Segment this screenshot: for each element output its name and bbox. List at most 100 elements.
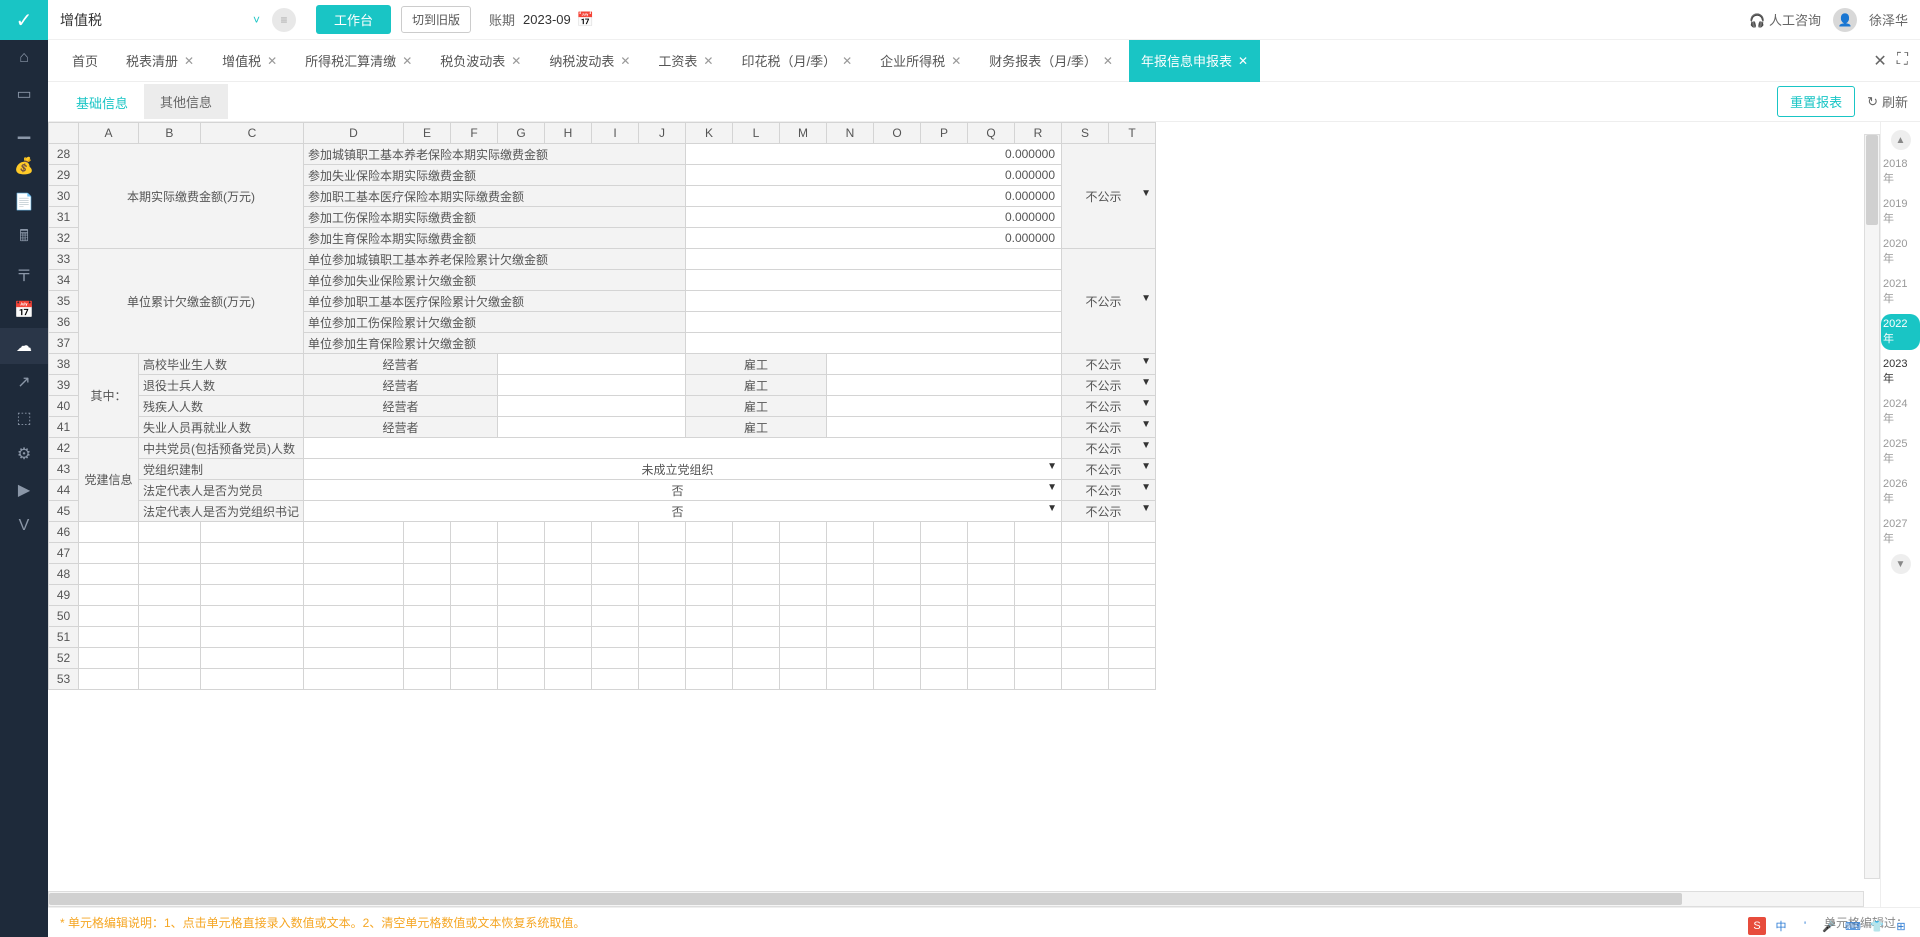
- empty-cell[interactable]: [592, 669, 639, 690]
- empty-cell[interactable]: [827, 564, 874, 585]
- close-icon[interactable]: ✕: [1103, 54, 1113, 68]
- empty-cell[interactable]: [921, 585, 968, 606]
- empty-cell[interactable]: [200, 543, 303, 564]
- empty-cell[interactable]: [780, 627, 827, 648]
- empty-cell[interactable]: [968, 669, 1015, 690]
- value-cell[interactable]: [498, 417, 686, 438]
- col-header-S[interactable]: S: [1062, 123, 1109, 144]
- empty-cell[interactable]: [968, 585, 1015, 606]
- empty-cell[interactable]: [968, 522, 1015, 543]
- nav-gear-icon[interactable]: ⚙: [0, 436, 48, 472]
- value-cell[interactable]: [498, 354, 686, 375]
- empty-cell[interactable]: [1062, 606, 1109, 627]
- disclose-cell[interactable]: 不公示▼: [1062, 375, 1156, 396]
- disclose-cell[interactable]: 不公示▼: [1062, 354, 1156, 375]
- empty-cell[interactable]: [1062, 564, 1109, 585]
- col-header-I[interactable]: I: [592, 123, 639, 144]
- col-header-F[interactable]: F: [451, 123, 498, 144]
- empty-cell[interactable]: [639, 522, 686, 543]
- tab-首页[interactable]: 首页: [60, 40, 110, 82]
- col-header-G[interactable]: G: [498, 123, 545, 144]
- empty-cell[interactable]: [733, 627, 780, 648]
- empty-cell[interactable]: [545, 669, 592, 690]
- empty-cell[interactable]: [780, 522, 827, 543]
- row-header-28[interactable]: 28: [49, 144, 79, 165]
- col-header-N[interactable]: N: [827, 123, 874, 144]
- col-header-J[interactable]: J: [639, 123, 686, 144]
- nav-out-icon[interactable]: ↗: [0, 364, 48, 400]
- col-header-L[interactable]: L: [733, 123, 780, 144]
- empty-cell[interactable]: [827, 606, 874, 627]
- empty-cell[interactable]: [304, 543, 404, 564]
- tab-close-all-icon[interactable]: ✕: [1873, 51, 1886, 71]
- empty-cell[interactable]: [451, 648, 498, 669]
- empty-cell[interactable]: [827, 522, 874, 543]
- close-icon[interactable]: ✕: [620, 54, 630, 68]
- empty-cell[interactable]: [733, 669, 780, 690]
- nav-v-icon[interactable]: V: [0, 508, 48, 544]
- empty-cell[interactable]: [592, 648, 639, 669]
- horizontal-scrollbar[interactable]: [48, 891, 1864, 907]
- wide-cell[interactable]: 否▼: [304, 501, 1062, 522]
- col-header-P[interactable]: P: [921, 123, 968, 144]
- avatar-icon[interactable]: 👤: [1833, 8, 1857, 32]
- empty-cell[interactable]: [304, 648, 404, 669]
- empty-cell[interactable]: [451, 606, 498, 627]
- empty-cell[interactable]: [451, 585, 498, 606]
- empty-cell[interactable]: [639, 585, 686, 606]
- empty-cell[interactable]: [139, 627, 201, 648]
- year-2022年[interactable]: 2022年: [1881, 314, 1920, 350]
- username[interactable]: 徐泽华: [1869, 10, 1908, 29]
- empty-cell[interactable]: [686, 564, 733, 585]
- row-header-44[interactable]: 44: [49, 480, 79, 501]
- disclose-cell[interactable]: 不公示▼: [1062, 501, 1156, 522]
- nav-cal-icon[interactable]: 📅: [0, 292, 48, 328]
- empty-cell[interactable]: [1062, 627, 1109, 648]
- empty-cell[interactable]: [79, 648, 139, 669]
- disclose-cell[interactable]: 不公示▼: [1062, 480, 1156, 501]
- row-header-39[interactable]: 39: [49, 375, 79, 396]
- value-cell[interactable]: [686, 333, 1062, 354]
- value-cell[interactable]: [686, 291, 1062, 312]
- empty-cell[interactable]: [1109, 543, 1156, 564]
- empty-cell[interactable]: [404, 564, 451, 585]
- empty-cell[interactable]: [1015, 564, 1062, 585]
- empty-cell[interactable]: [1109, 522, 1156, 543]
- empty-cell[interactable]: [686, 543, 733, 564]
- empty-cell[interactable]: [1015, 648, 1062, 669]
- nav-doc-icon[interactable]: 📄: [0, 184, 48, 220]
- empty-cell[interactable]: [921, 564, 968, 585]
- empty-cell[interactable]: [200, 606, 303, 627]
- empty-cell[interactable]: [139, 543, 201, 564]
- row-header-37[interactable]: 37: [49, 333, 79, 354]
- col-header-O[interactable]: O: [874, 123, 921, 144]
- tab-企业所得税[interactable]: 企业所得税✕: [868, 40, 973, 82]
- workbench-button[interactable]: 工作台: [316, 5, 391, 34]
- row-header-33[interactable]: 33: [49, 249, 79, 270]
- value-cell[interactable]: [686, 312, 1062, 333]
- empty-cell[interactable]: [404, 669, 451, 690]
- disclose-cell[interactable]: 不公示▼: [1062, 249, 1156, 354]
- empty-cell[interactable]: [921, 606, 968, 627]
- empty-cell[interactable]: [1015, 627, 1062, 648]
- wide-cell[interactable]: 否▼: [304, 480, 1062, 501]
- empty-cell[interactable]: [1109, 564, 1156, 585]
- empty-cell[interactable]: [451, 543, 498, 564]
- company-select[interactable]: 增值税 ˅: [60, 10, 260, 30]
- empty-cell[interactable]: [733, 543, 780, 564]
- empty-cell[interactable]: [639, 648, 686, 669]
- empty-cell[interactable]: [404, 648, 451, 669]
- year-2018年[interactable]: 2018年: [1881, 154, 1920, 190]
- year-2020年[interactable]: 2020年: [1881, 234, 1920, 270]
- empty-cell[interactable]: [639, 606, 686, 627]
- ime-punct-icon[interactable]: ': [1796, 917, 1814, 935]
- row-header-36[interactable]: 36: [49, 312, 79, 333]
- row-header-46[interactable]: 46: [49, 522, 79, 543]
- empty-cell[interactable]: [780, 585, 827, 606]
- empty-cell[interactable]: [304, 669, 404, 690]
- empty-cell[interactable]: [874, 669, 921, 690]
- tab-税表清册[interactable]: 税表清册✕: [114, 40, 206, 82]
- empty-cell[interactable]: [451, 669, 498, 690]
- wide-cell[interactable]: 未成立党组织▼: [304, 459, 1062, 480]
- tab-纳税波动表[interactable]: 纳税波动表✕: [537, 40, 642, 82]
